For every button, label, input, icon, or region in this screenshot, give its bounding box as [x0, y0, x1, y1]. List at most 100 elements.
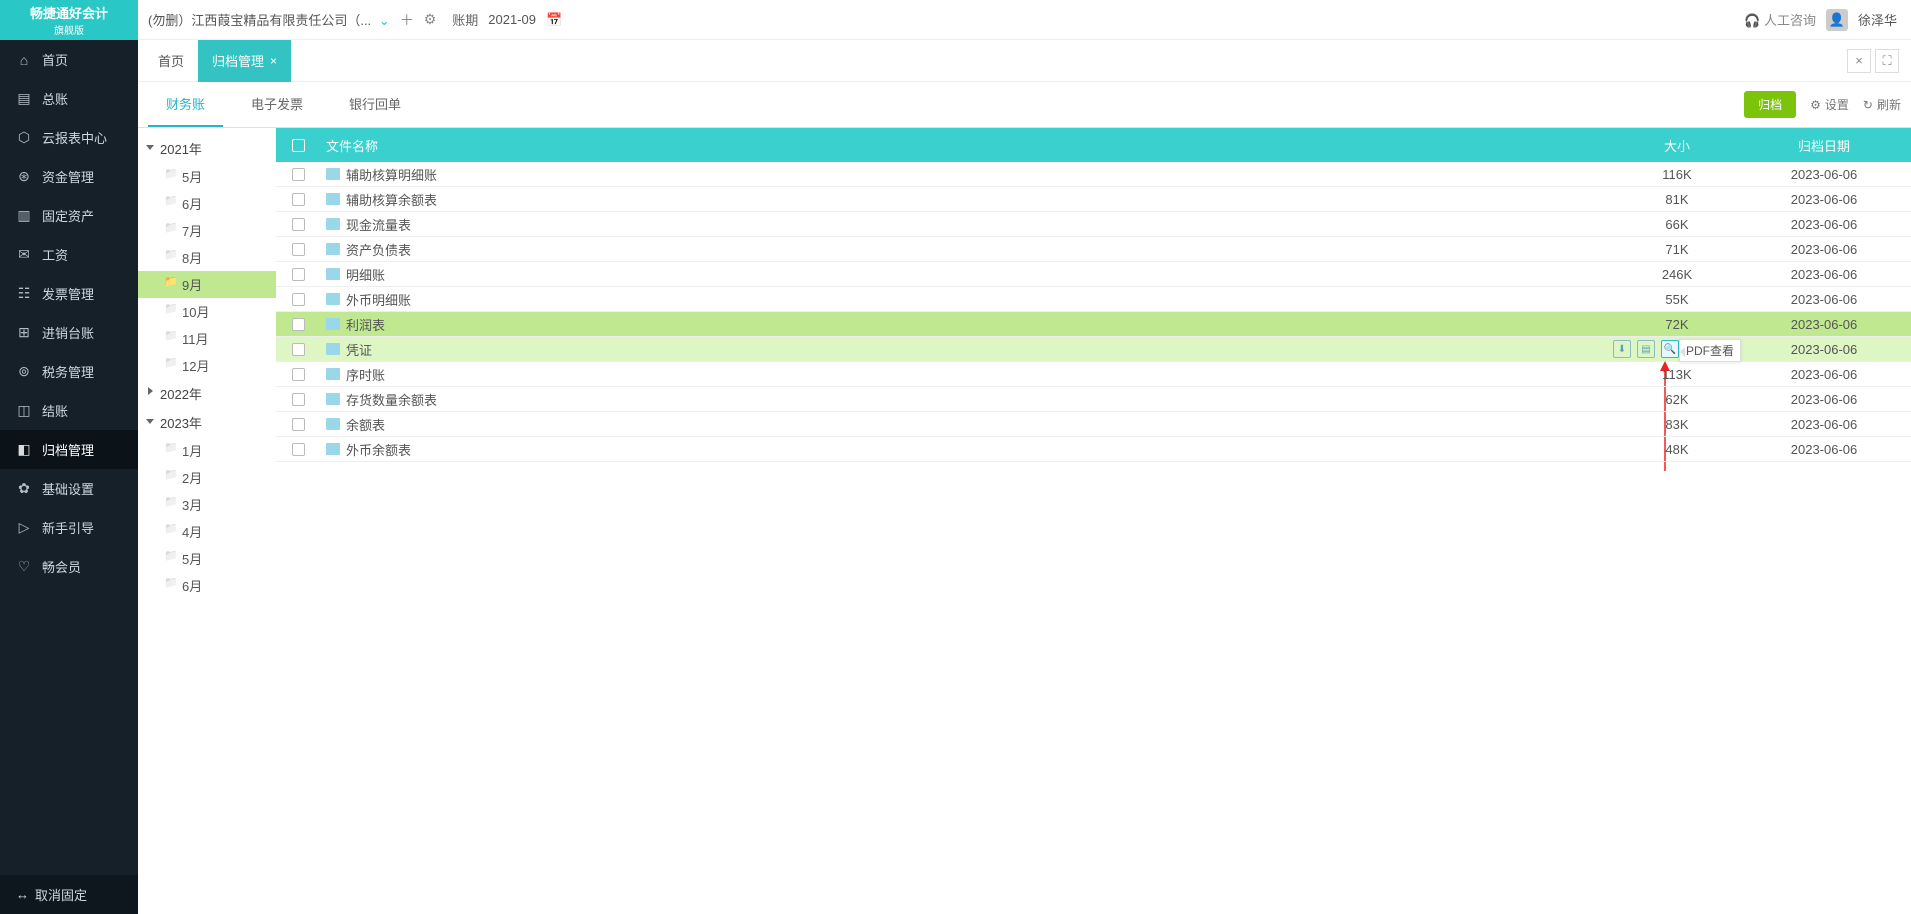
consult-link[interactable]: 🎧 人工咨询	[1744, 10, 1816, 29]
tree-month[interactable]: 10月	[138, 298, 276, 325]
file-date: 2023-06-06	[1737, 317, 1911, 332]
close-icon[interactable]: ×	[270, 54, 277, 68]
table-row[interactable]: 序时账113K2023-06-06	[276, 362, 1911, 387]
table-row[interactable]: 凭证⬇▤🔍PDF查看53K2023-06-06	[276, 337, 1911, 362]
fullscreen-icon[interactable]: ⛶	[1875, 49, 1899, 73]
settings-link[interactable]: ⚙ 设置	[1810, 96, 1849, 113]
tree-month[interactable]: 12月	[138, 352, 276, 379]
sidebar-icon: ⌂	[16, 52, 32, 68]
sidebar-item-3[interactable]: ⊛资金管理	[0, 157, 138, 196]
gear-icon[interactable]: ⚙	[424, 11, 437, 28]
tree-year[interactable]: 2021年	[138, 134, 276, 163]
table-row[interactable]: 存货数量余额表62K2023-06-06	[276, 387, 1911, 412]
sidebar-icon: ♡	[16, 558, 32, 575]
table-row[interactable]: 利润表72K2023-06-06	[276, 312, 1911, 337]
row-checkbox[interactable]	[292, 393, 305, 406]
table-row[interactable]: 外币余额表48K2023-06-06	[276, 437, 1911, 462]
sidebar-item-10[interactable]: ◧归档管理	[0, 430, 138, 469]
sidebar-label: 总账	[42, 89, 68, 108]
company-selector[interactable]: (勿删）江西葭宝精品有限责任公司（... ⌄	[148, 10, 390, 29]
pin-icon: ↔	[16, 887, 29, 902]
tree-year[interactable]: 2023年	[138, 408, 276, 437]
calendar-icon[interactable]: 📅	[546, 12, 562, 28]
sidebar-item-7[interactable]: ⊞进销台账	[0, 313, 138, 352]
row-checkbox[interactable]	[292, 268, 305, 281]
sidebar-item-9[interactable]: ◫结账	[0, 391, 138, 430]
file-size: 113K	[1617, 367, 1737, 382]
tree-month[interactable]: 5月	[138, 545, 276, 572]
row-checkbox[interactable]	[292, 293, 305, 306]
row-checkbox[interactable]	[292, 368, 305, 381]
sidebar: ⌂首页▤总账⬡云报表中心⊛资金管理▥固定资产✉工资☷发票管理⊞进销台账⊚税务管理…	[0, 40, 138, 914]
tree-month[interactable]: 8月	[138, 244, 276, 271]
download-icon[interactable]: ⬇	[1613, 340, 1631, 358]
archive-button[interactable]: 归档	[1744, 91, 1796, 118]
sidebar-item-4[interactable]: ▥固定资产	[0, 196, 138, 235]
file-date: 2023-06-06	[1737, 367, 1911, 382]
folder-icon	[326, 418, 340, 430]
row-checkbox[interactable]	[292, 243, 305, 256]
tree-month[interactable]: 4月	[138, 518, 276, 545]
avatar-icon[interactable]: 👤	[1826, 9, 1848, 31]
sidebar-item-13[interactable]: ♡畅会员	[0, 547, 138, 586]
plus-icon[interactable]: ＋	[400, 10, 414, 30]
table-row[interactable]: 明细账246K2023-06-06	[276, 262, 1911, 287]
file-size: 66K	[1617, 217, 1737, 232]
file-date: 2023-06-06	[1737, 267, 1911, 282]
row-checkbox[interactable]	[292, 168, 305, 181]
sidebar-item-6[interactable]: ☷发票管理	[0, 274, 138, 313]
folder-icon	[326, 293, 340, 305]
table-row[interactable]: 资产负债表71K2023-06-06	[276, 237, 1911, 262]
tree-month[interactable]: 7月	[138, 217, 276, 244]
subtab-1[interactable]: 电子发票	[233, 82, 321, 127]
row-checkbox[interactable]	[292, 443, 305, 456]
table-row[interactable]: 辅助核算明细账116K2023-06-06	[276, 162, 1911, 187]
file-date: 2023-06-06	[1737, 292, 1911, 307]
sidebar-item-2[interactable]: ⬡云报表中心	[0, 118, 138, 157]
row-checkbox[interactable]	[292, 193, 305, 206]
close-all-icon[interactable]: ×	[1847, 49, 1871, 73]
sidebar-label: 进销台账	[42, 323, 94, 342]
tree-year[interactable]: 2022年	[138, 379, 276, 408]
pdf-icon[interactable]: ▤	[1637, 340, 1655, 358]
tree-month[interactable]: 3月	[138, 491, 276, 518]
row-checkbox[interactable]	[292, 318, 305, 331]
header-right: 🎧 人工咨询 👤 徐泽华	[1730, 9, 1911, 31]
table-row[interactable]: 辅助核算余额表81K2023-06-06	[276, 187, 1911, 212]
sidebar-item-1[interactable]: ▤总账	[0, 79, 138, 118]
refresh-link[interactable]: ↻ 刷新	[1863, 96, 1901, 113]
tree-month[interactable]: 6月	[138, 190, 276, 217]
tab-home[interactable]: 首页	[144, 40, 198, 82]
row-checkbox[interactable]	[292, 218, 305, 231]
file-size: 72K	[1617, 317, 1737, 332]
sidebar-icon: ▷	[16, 519, 32, 536]
tab-archive[interactable]: 归档管理 ×	[198, 40, 291, 82]
sidebar-item-0[interactable]: ⌂首页	[0, 40, 138, 79]
tree-month[interactable]: 5月	[138, 163, 276, 190]
sidebar-item-8[interactable]: ⊚税务管理	[0, 352, 138, 391]
table-header: 文件名称 大小 归档日期	[276, 128, 1911, 162]
tree-month[interactable]: 2月	[138, 464, 276, 491]
tree-month[interactable]: 11月	[138, 325, 276, 352]
logo-title: 畅捷通好会计	[30, 3, 108, 22]
tree-month[interactable]: 9月	[138, 271, 276, 298]
sidebar-item-11[interactable]: ✿基础设置	[0, 469, 138, 508]
sidebar-item-5[interactable]: ✉工资	[0, 235, 138, 274]
select-all-checkbox[interactable]	[292, 139, 305, 152]
subtab-2[interactable]: 银行回单	[331, 82, 419, 127]
table-row[interactable]: 现金流量表66K2023-06-06	[276, 212, 1911, 237]
tree-month[interactable]: 6月	[138, 572, 276, 599]
table-row[interactable]: 余额表83K2023-06-06	[276, 412, 1911, 437]
subtab-0[interactable]: 财务账	[148, 82, 223, 127]
folder-icon	[326, 343, 340, 355]
sidebar-footer[interactable]: ↔ 取消固定	[0, 875, 138, 914]
sidebar-label: 基础设置	[42, 479, 94, 498]
sub-header: 财务账电子发票银行回单 归档 ⚙ 设置 ↻ 刷新	[138, 82, 1911, 128]
sidebar-label: 云报表中心	[42, 128, 107, 147]
row-checkbox[interactable]	[292, 343, 305, 356]
row-checkbox[interactable]	[292, 418, 305, 431]
table-row[interactable]: 外币明细账55K2023-06-06	[276, 287, 1911, 312]
folder-icon	[326, 168, 340, 180]
sidebar-item-12[interactable]: ▷新手引导	[0, 508, 138, 547]
tree-month[interactable]: 1月	[138, 437, 276, 464]
